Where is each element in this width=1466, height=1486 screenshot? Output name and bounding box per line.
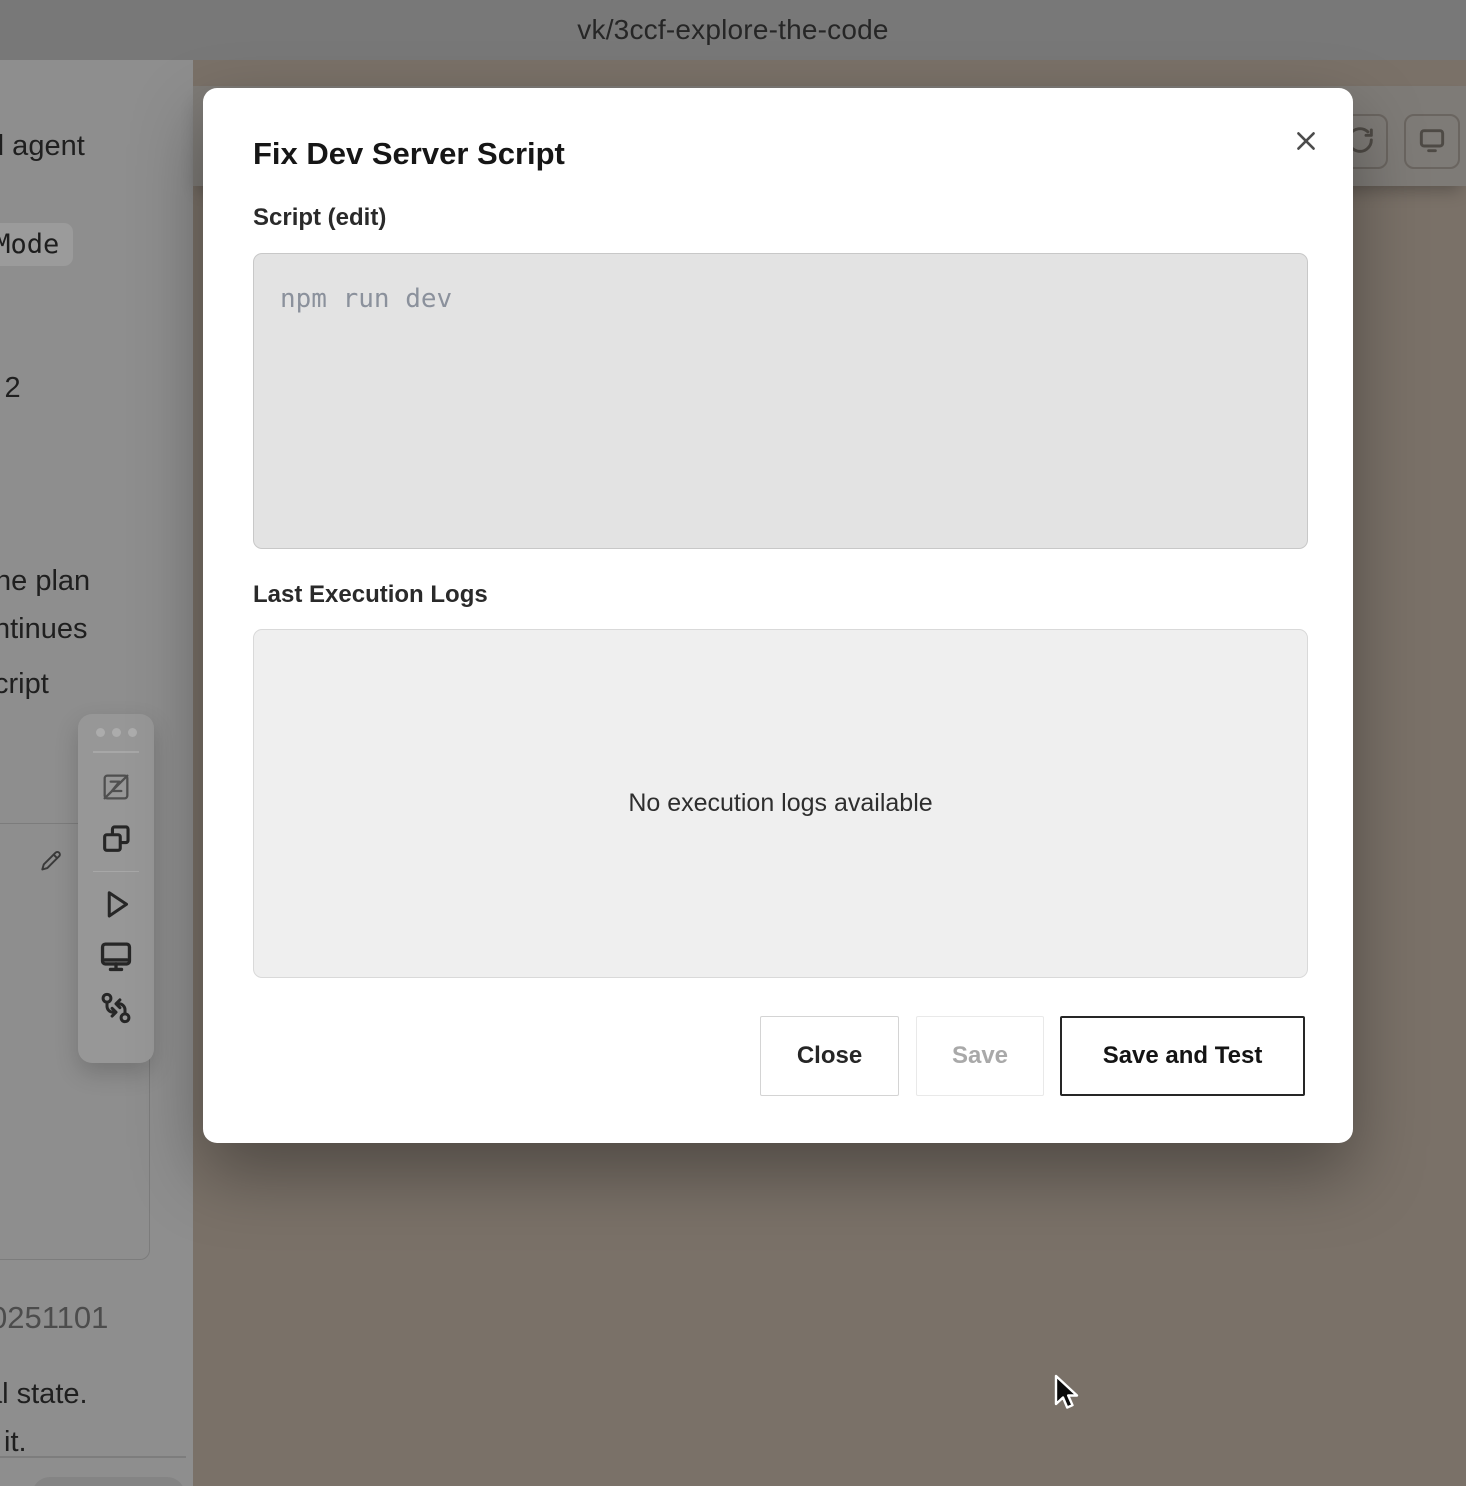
pencil-icon[interactable] [38,848,64,874]
sidebar-text-agent: d agent [0,130,85,162]
monitor-icon[interactable] [94,934,138,978]
sidebar-text-it: it. [4,1426,27,1458]
sidebar-text-build-number: 0251101 [0,1300,109,1335]
monitor-view-button[interactable] [1404,114,1460,169]
close-button[interactable]: Close [760,1016,899,1096]
copy-icon[interactable] [94,817,138,861]
sidebar: d agent nMode y 2 he plan ntinues cript [0,60,193,1486]
git-compare-icon[interactable] [94,986,138,1030]
mouse-cursor-icon [1052,1374,1082,1414]
play-icon[interactable] [94,882,138,926]
save-and-test-button[interactable]: Save and Test [1060,1016,1305,1096]
drag-handle-icon[interactable] [95,728,137,737]
save-button[interactable]: Save [916,1016,1044,1096]
monitor-icon [1416,124,1448,159]
sidebar-text-continues: ntinues [0,613,88,645]
execution-logs-panel: No execution logs available [253,629,1308,978]
sidebar-text-retry: y 2 [0,372,21,404]
window-title-bar: vk/3ccf-explore-the-code [0,0,1466,60]
sidebar-bottom-button[interactable] [32,1477,185,1486]
floating-toolbar [78,714,154,1063]
app-window: vk/3ccf-explore-the-code d agent nMode y… [0,0,1466,1486]
script-section-label: Script (edit) [253,204,387,231]
sidebar-text-state: al state. [0,1378,88,1410]
script-input[interactable] [253,253,1308,549]
fix-dev-server-script-dialog: Fix Dev Server Script Script (edit) Last… [203,88,1353,1143]
sidebar-divider [0,1456,186,1458]
logs-empty-message: No execution logs available [628,789,933,817]
zed-slash-icon[interactable] [94,765,138,809]
toolbar-divider [93,751,139,753]
close-icon[interactable] [1287,122,1325,160]
dialog-title: Fix Dev Server Script [253,136,565,171]
sidebar-text-script: cript [0,668,49,700]
sidebar-text-plan: he plan [0,565,91,597]
mode-code-badge: nMode [0,223,74,266]
window-title: vk/3ccf-explore-the-code [577,14,889,45]
toolbar-divider [93,870,139,872]
logs-section-label: Last Execution Logs [253,581,488,608]
